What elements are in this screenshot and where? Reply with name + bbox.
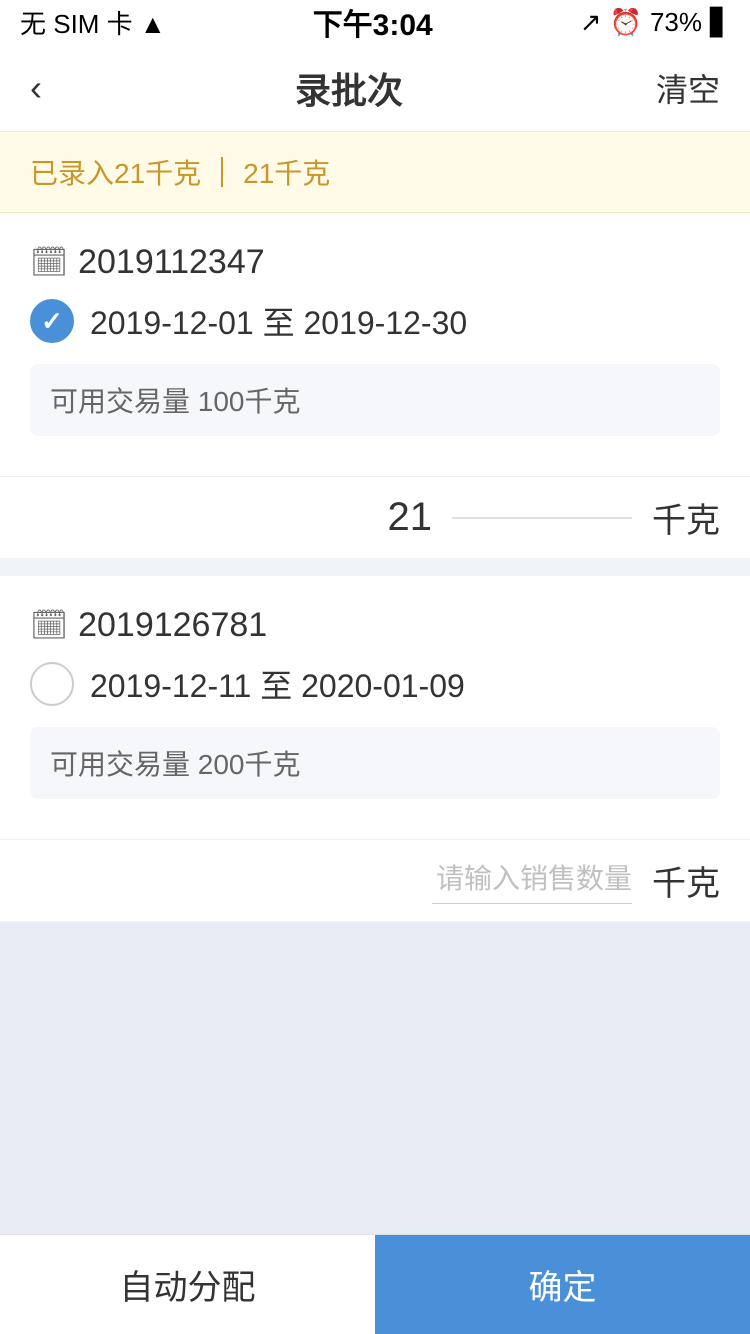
confirm-button[interactable]: 确定 — [375, 1235, 750, 1334]
nav-bar: ‹ 录批次 清空 — [0, 44, 750, 132]
status-bar: 无 SIM 卡 ▲ 下午3:04 ↗ ⏰ 73% ▋ — [0, 0, 750, 44]
date-range-2: 2019-12-11 至 2020-01-09 — [90, 661, 465, 707]
summary-bar: 已录入21千克 21千克 — [0, 132, 750, 213]
card-separator — [0, 560, 750, 576]
auto-distribute-button[interactable]: 自动分配 — [0, 1235, 375, 1334]
input-row-2[interactable]: 千克 — [0, 839, 750, 921]
unit-2: 千克 — [652, 856, 720, 905]
summary-divider — [221, 157, 223, 187]
batch-id-1: 2019112347 — [78, 243, 265, 282]
qty-divider-1 — [452, 517, 632, 519]
page-title: 录批次 — [295, 62, 403, 114]
clear-button[interactable]: 清空 — [656, 65, 720, 111]
status-left: 无 SIM 卡 ▲ — [20, 4, 166, 41]
radio-2[interactable] — [30, 662, 74, 706]
qty-value-1: 21 — [388, 495, 433, 540]
back-button[interactable]: ‹ — [30, 67, 42, 109]
recorded-label: 已录入21千克 — [30, 152, 201, 192]
batch-id-2: 2019126781 — [78, 606, 267, 645]
sim-label: 无 SIM 卡 ▲ — [20, 4, 166, 41]
batch-id-row-1: 🗓 2019112347 — [30, 243, 720, 282]
batch-icon-2: 🗓 — [30, 608, 68, 643]
alarm-icon: ⏰ — [610, 7, 642, 38]
bottom-bar: 自动分配 确定 — [0, 1234, 750, 1334]
date-row-2[interactable]: 2019-12-11 至 2020-01-09 — [30, 661, 720, 707]
status-right: ↗ ⏰ 73% ▋ — [580, 7, 730, 38]
location-icon: ↗ — [580, 7, 602, 38]
batch-icon-1: 🗓 — [30, 245, 68, 280]
radio-1[interactable] — [30, 299, 74, 343]
date-range-1: 2019-12-01 至 2019-12-30 — [90, 298, 467, 344]
batch-id-row-2: 🗓 2019126781 — [30, 606, 720, 645]
batch-card-2: 🗓 2019126781 2019-12-11 至 2020-01-09 可用交… — [0, 576, 750, 921]
available-qty-2: 可用交易量 200千克 — [30, 727, 720, 799]
date-row-1[interactable]: 2019-12-01 至 2019-12-30 — [30, 298, 720, 344]
battery-percent: 73% — [650, 7, 702, 38]
input-row-1: 21 千克 — [0, 476, 750, 558]
batch-card-1: 🗓 2019112347 2019-12-01 至 2019-12-30 可用交… — [0, 213, 750, 558]
unit-1: 千克 — [652, 493, 720, 542]
status-time: 下午3:04 — [313, 0, 433, 44]
battery-icon: ▋ — [710, 7, 730, 38]
qty-input-2[interactable] — [432, 858, 632, 904]
summary-amount: 21千克 — [243, 152, 330, 192]
available-qty-1: 可用交易量 100千克 — [30, 364, 720, 436]
